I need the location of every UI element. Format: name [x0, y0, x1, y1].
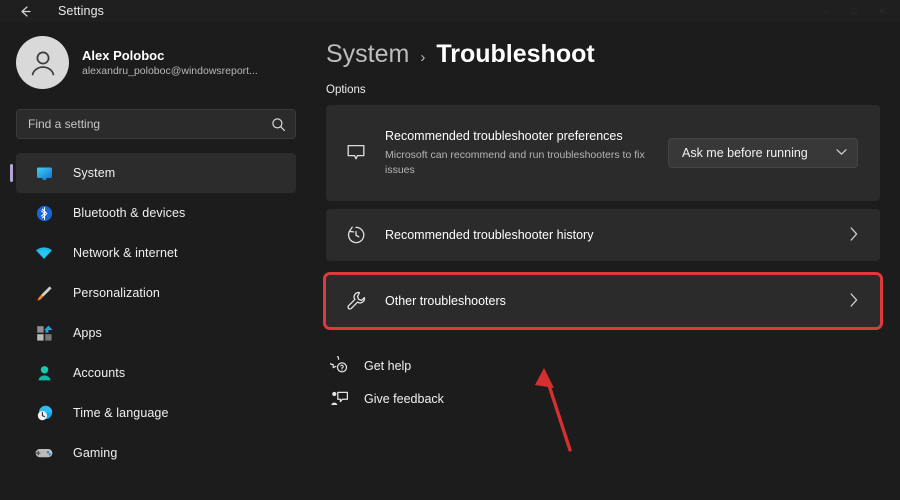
- app-title: Settings: [58, 4, 104, 18]
- search-box[interactable]: [16, 109, 296, 139]
- section-label-options: Options: [312, 69, 900, 96]
- person-icon: [32, 362, 56, 384]
- title-bar: Settings – □ ✕: [0, 0, 900, 22]
- breadcrumb: System › Troubleshoot: [312, 22, 900, 69]
- card-title: Other troubleshooters: [385, 294, 842, 308]
- chevron-down-icon: [836, 148, 847, 158]
- page-title: Troubleshoot: [436, 40, 594, 69]
- sidebar-item-label: Bluetooth & devices: [73, 206, 185, 220]
- recommended-preference-dropdown[interactable]: Ask me before running: [668, 138, 858, 168]
- back-arrow-icon: [18, 4, 33, 19]
- sidebar-item-personalization[interactable]: Personalization: [16, 273, 296, 313]
- sidebar-item-gaming[interactable]: Gaming: [16, 433, 296, 473]
- card-text: Recommended troubleshooter preferences M…: [385, 128, 668, 177]
- link-label: Give feedback: [364, 392, 444, 406]
- help-question-icon: [328, 356, 350, 375]
- sidebar-nav: System Bluetooth & devices: [0, 153, 312, 473]
- sidebar-item-apps[interactable]: Apps: [16, 313, 296, 353]
- sidebar-item-accounts[interactable]: Accounts: [16, 353, 296, 393]
- card-recommended-troubleshooter-history[interactable]: Recommended troubleshooter history: [326, 209, 880, 261]
- user-avatar-icon: [26, 46, 60, 80]
- card-subtitle: Microsoft can recommend and run troubles…: [385, 148, 668, 178]
- sidebar-item-label: Personalization: [73, 286, 160, 300]
- link-give-feedback[interactable]: Give feedback: [328, 382, 900, 415]
- settings-window: Settings – □ ✕ Alex Poloboc alexandru_po…: [0, 0, 900, 500]
- bluetooth-icon: [32, 202, 56, 224]
- search-icon[interactable]: [271, 117, 286, 132]
- window-controls: – □ ✕: [812, 0, 896, 22]
- sidebar-item-label: Time & language: [73, 406, 169, 420]
- sidebar-item-bluetooth-devices[interactable]: Bluetooth & devices: [16, 193, 296, 233]
- card-text: Other troubleshooters: [385, 294, 842, 308]
- profile-text: Alex Poloboc alexandru_poloboc@windowsre…: [82, 47, 258, 79]
- gamepad-icon: [32, 442, 56, 464]
- profile-email: alexandru_poloboc@windowsreport...: [82, 64, 258, 78]
- apps-grid-icon: [32, 322, 56, 344]
- maximize-button[interactable]: □: [840, 0, 868, 22]
- clock-globe-icon: [32, 402, 56, 424]
- wrench-icon: [341, 290, 371, 312]
- chevron-right-icon: [842, 292, 866, 311]
- avatar: [16, 36, 69, 89]
- breadcrumb-separator-icon: ›: [420, 49, 425, 66]
- card-text: Recommended troubleshooter history: [385, 228, 842, 242]
- back-button[interactable]: [10, 1, 40, 21]
- sidebar-item-label: Gaming: [73, 446, 117, 460]
- sidebar-item-system[interactable]: System: [16, 153, 296, 193]
- card-other-troubleshooters[interactable]: Other troubleshooters: [326, 275, 880, 327]
- help-links: Get help Give feedback: [328, 349, 900, 415]
- link-get-help[interactable]: Get help: [328, 349, 900, 382]
- message-bubble-icon: [341, 142, 371, 164]
- link-label: Get help: [364, 359, 411, 373]
- user-profile[interactable]: Alex Poloboc alexandru_poloboc@windowsre…: [0, 22, 312, 89]
- profile-name: Alex Poloboc: [82, 47, 258, 65]
- sidebar-item-label: Network & internet: [73, 246, 178, 260]
- minimize-button[interactable]: –: [812, 0, 840, 22]
- close-button[interactable]: ✕: [868, 0, 896, 22]
- sidebar-item-network-internet[interactable]: Network & internet: [16, 233, 296, 273]
- feedback-icon: [328, 389, 350, 408]
- sidebar-item-label: Accounts: [73, 366, 125, 380]
- sidebar-item-time-language[interactable]: Time & language: [16, 393, 296, 433]
- chevron-right-icon: [842, 226, 866, 245]
- options-card-list: Recommended troubleshooter preferences M…: [326, 105, 880, 327]
- card-title: Recommended troubleshooter preferences: [385, 128, 668, 145]
- search-input[interactable]: [28, 117, 271, 131]
- sidebar-item-label: Apps: [73, 326, 102, 340]
- card-recommended-troubleshooter-preferences[interactable]: Recommended troubleshooter preferences M…: [326, 105, 880, 201]
- dropdown-value: Ask me before running: [682, 146, 808, 160]
- breadcrumb-parent[interactable]: System: [326, 40, 409, 69]
- card-title: Recommended troubleshooter history: [385, 228, 842, 242]
- paintbrush-icon: [32, 282, 56, 304]
- sidebar: Alex Poloboc alexandru_poloboc@windowsre…: [0, 22, 312, 500]
- sidebar-item-label: System: [73, 166, 115, 180]
- main-content: System › Troubleshoot Options Recommende…: [312, 22, 900, 500]
- monitor-icon: [32, 162, 56, 184]
- history-clock-icon: [341, 224, 371, 246]
- wifi-icon: [32, 242, 56, 264]
